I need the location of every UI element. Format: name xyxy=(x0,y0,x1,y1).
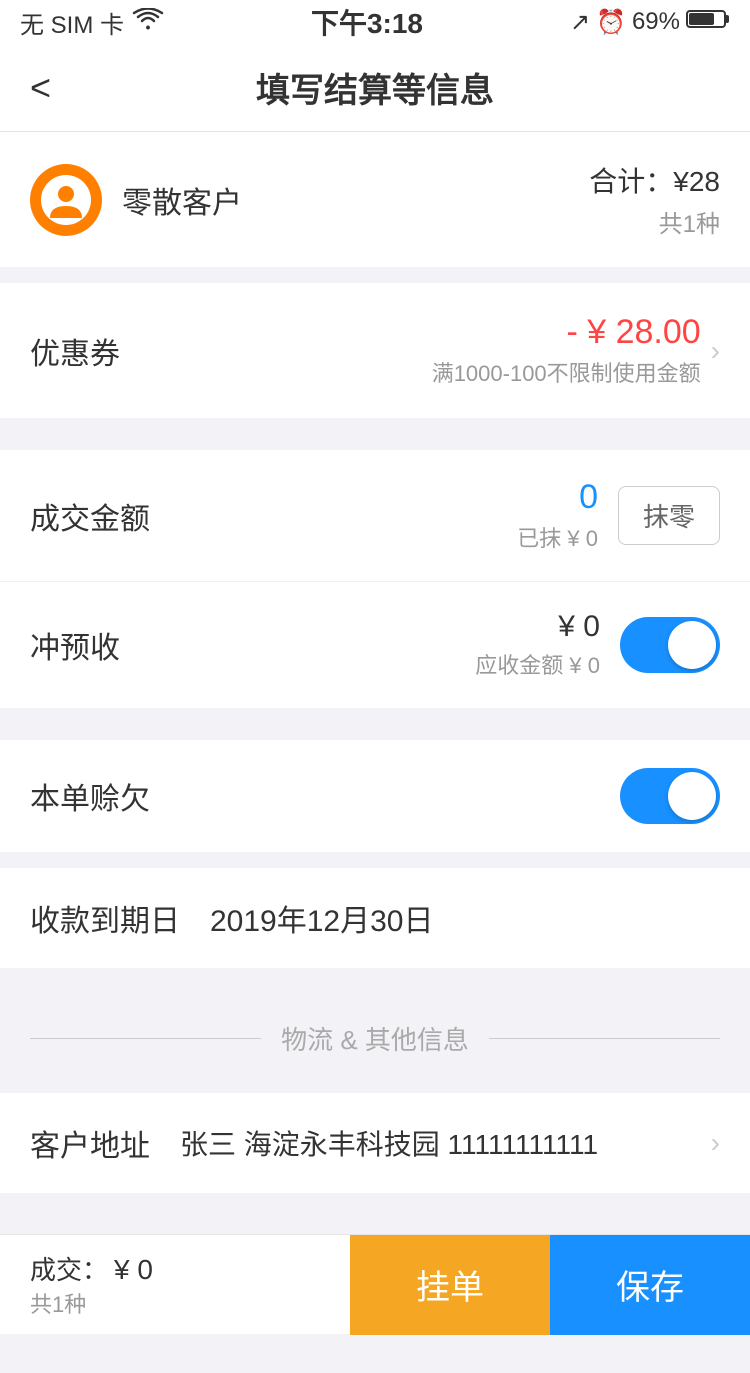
prepay-toggle[interactable] xyxy=(620,617,720,673)
bottom-deal-label: 成交： xyxy=(30,1250,108,1287)
save-button[interactable]: 保存 xyxy=(550,1235,750,1335)
nav-bar: < 填写结算等信息 xyxy=(0,44,750,132)
customer-total: 合计：¥28 共1种 xyxy=(589,160,720,239)
total-amount: 合计：¥28 xyxy=(589,160,720,200)
battery-icon xyxy=(686,8,730,37)
logistics-line-right xyxy=(489,1038,720,1039)
avatar-icon xyxy=(41,175,91,225)
battery-text: 69% xyxy=(632,8,680,36)
customer-name: 零散客户 xyxy=(122,178,242,222)
logistics-label: 物流 & 其他信息 xyxy=(281,1020,469,1057)
transaction-amount-value: 0 xyxy=(517,478,598,517)
prepay-label: 冲预收 xyxy=(30,623,120,667)
debt-toggle[interactable] xyxy=(620,768,720,824)
due-date-label: 收款到期日 xyxy=(30,896,180,940)
total-count: 共1种 xyxy=(589,204,720,239)
address-label: 客户地址 xyxy=(30,1121,150,1165)
customer-left: 零散客户 xyxy=(30,164,242,236)
page-title: 填写结算等信息 xyxy=(256,63,494,112)
bottom-deal-amount: ¥ 0 xyxy=(114,1254,153,1286)
prepay-amount: ¥ 0 xyxy=(475,610,600,644)
address-row[interactable]: 客户地址 张三 海淀永丰科技园 11111111111 › xyxy=(0,1093,750,1193)
bottom-count: 共1种 xyxy=(30,1287,320,1319)
bottom-info: 成交： ¥ 0 共1种 xyxy=(0,1250,350,1319)
bottom-bar: 成交： ¥ 0 共1种 挂单 保存 xyxy=(0,1234,750,1334)
transaction-amount-sub: 已抹 ¥ 0 xyxy=(517,521,598,553)
status-time: 下午3:18 xyxy=(311,2,423,42)
debt-section: 本单赊欠 xyxy=(0,740,750,852)
status-left: 无 SIM 卡 xyxy=(20,5,164,40)
chevron-right-icon: › xyxy=(711,335,720,367)
divider-3 xyxy=(0,984,750,1000)
coupon-right: - ¥ 28.00 满1000-100不限制使用金额 › xyxy=(432,313,720,388)
transaction-amount-right: 0 已抹 ¥ 0 抹零 xyxy=(517,478,720,553)
hold-order-button[interactable]: 挂单 xyxy=(350,1235,550,1335)
divider-1 xyxy=(0,434,750,450)
customer-avatar xyxy=(30,164,102,236)
coupon-label: 优惠券 xyxy=(30,329,120,373)
back-button[interactable]: < xyxy=(30,67,51,109)
wifi-icon xyxy=(132,8,164,37)
debt-toggle-knob xyxy=(668,772,716,820)
customer-row: 零散客户 合计：¥28 共1种 xyxy=(0,132,750,267)
status-bar: 无 SIM 卡 下午3:18 ↗ ⏰ 69% xyxy=(0,0,750,44)
debt-label: 本单赊欠 xyxy=(30,774,150,818)
alarm-icon: ⏰ xyxy=(596,8,626,37)
hold-order-label: 挂单 xyxy=(416,1260,484,1309)
prepay-row: 冲预收 ¥ 0 应收金额 ¥ 0 xyxy=(0,582,750,708)
address-chevron-icon: › xyxy=(711,1127,720,1159)
due-date-row: 收款到期日 2019年12月30日 xyxy=(0,868,750,968)
no-sim-text: 无 SIM 卡 xyxy=(20,5,124,40)
prepay-amount-wrapper: ¥ 0 应收金额 ¥ 0 xyxy=(475,610,600,680)
coupon-description: 满1000-100不限制使用金额 xyxy=(432,356,701,388)
transaction-amount-row: 成交金额 0 已抹 ¥ 0 抹零 xyxy=(0,450,750,582)
coupon-section: 优惠券 - ¥ 28.00 满1000-100不限制使用金额 › xyxy=(0,283,750,418)
logistics-section: 物流 & 其他信息 xyxy=(0,1000,750,1077)
bottom-deal-row: 成交： ¥ 0 xyxy=(30,1250,320,1287)
round-zero-button[interactable]: 抹零 xyxy=(618,486,720,545)
coupon-row[interactable]: 优惠券 - ¥ 28.00 满1000-100不限制使用金额 › xyxy=(0,283,750,418)
divider-2 xyxy=(0,724,750,740)
transaction-amount-label: 成交金额 xyxy=(30,494,150,538)
status-right: ↗ ⏰ 69% xyxy=(570,8,730,37)
amount-value-wrapper: 0 已抹 ¥ 0 xyxy=(517,478,598,553)
logistics-line-left xyxy=(30,1038,261,1039)
prepay-sub: 应收金额 ¥ 0 xyxy=(475,648,600,680)
prepay-right: ¥ 0 应收金额 ¥ 0 xyxy=(475,610,720,680)
coupon-discount: - ¥ 28.00 xyxy=(432,313,701,352)
debt-row: 本单赊欠 xyxy=(0,740,750,852)
address-value: 张三 海淀永丰科技园 11111111111 xyxy=(180,1123,711,1163)
coupon-value-wrapper: - ¥ 28.00 满1000-100不限制使用金额 xyxy=(432,313,701,388)
location-icon: ↗ xyxy=(570,8,590,37)
due-date-value: 2019年12月30日 xyxy=(210,896,433,940)
toggle-knob xyxy=(668,621,716,669)
amount-section: 成交金额 0 已抹 ¥ 0 抹零 冲预收 ¥ 0 应收金额 ¥ 0 xyxy=(0,450,750,708)
save-label: 保存 xyxy=(616,1260,684,1309)
